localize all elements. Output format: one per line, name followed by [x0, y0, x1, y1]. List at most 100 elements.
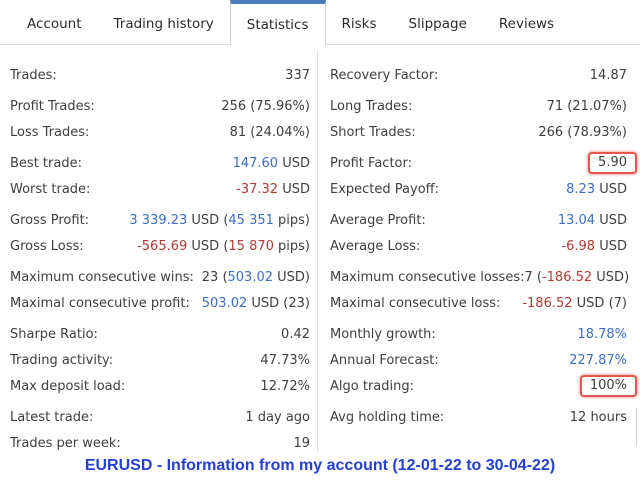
tab-slippage[interactable]: Slippage: [393, 0, 483, 44]
stats-cell-left: Loss Trades: 81 (24.04%): [0, 125, 318, 140]
stat-value-segment: pips): [273, 212, 310, 228]
stats-cell-left: Best trade: 147.60 USD: [0, 156, 318, 171]
stat-label: Short Trades:: [330, 124, 416, 140]
stats-row: Profit Trades: 256 (75.96%) Long Trades: 71…: [0, 93, 640, 119]
stat-value-segment: 503.02: [201, 295, 248, 311]
stats-cell-right: Long Trades: 71 (21.07%): [318, 99, 640, 114]
stat-value-segment: 15 870: [228, 238, 274, 254]
tab-account[interactable]: Account: [11, 0, 98, 44]
stat-value: -37.32 USD: [236, 182, 310, 197]
stat-value-segment: 13.04: [557, 212, 596, 228]
stats-cell-right: Avg holding time: 12 hours: [318, 410, 640, 425]
stat-value-segment: 337: [285, 67, 310, 83]
stat-value-segment: USD (7): [572, 295, 627, 311]
stats-cell-right: Recovery Factor: 14.87: [318, 68, 640, 83]
stat-value-segment: -186.52: [522, 295, 573, 311]
stats-cell-left: Gross Loss: -565.69 USD (15 870 pips): [0, 239, 318, 254]
stat-label: Profit Trades:: [10, 98, 95, 114]
tab-trading-history[interactable]: Trading history: [98, 0, 230, 44]
stats-cell-right: Profit Factor: 5.90: [318, 152, 640, 174]
stats-cell-right: Average Profit: 13.04 USD: [318, 213, 640, 228]
tab-risks[interactable]: Risks: [326, 0, 393, 44]
stat-value-segment: 23 (: [201, 269, 228, 285]
stat-value-segment: 47.73%: [260, 352, 310, 368]
stats-cell-left: Trades: 337: [0, 68, 318, 83]
stats-cell-right: Annual Forecast: 227.87%: [318, 353, 640, 368]
stats-row: Maximal consecutive profit: 503.02 USD (2…: [0, 290, 640, 316]
stat-value-highlighted: 5.90: [588, 152, 637, 174]
stat-value: -565.69 USD (15 870 pips): [137, 239, 310, 254]
stat-label: Average Profit:: [330, 212, 426, 228]
stat-value: 147.60 USD: [233, 156, 310, 171]
stats-row: Worst trade: -37.32 USD Expected Payoff: 8.…: [0, 176, 640, 202]
stats-grid: Trades: 337 Recovery Factor: 14.87 Profit Tr…: [0, 45, 640, 456]
stat-label: Expected Payoff:: [330, 181, 439, 197]
stat-value: 19: [293, 436, 310, 451]
stats-cell-right: Short Trades: 266 (78.93%): [318, 125, 640, 140]
stat-value-segment: 5.90: [598, 155, 627, 170]
stat-value-segment: -6.98: [561, 238, 596, 254]
stats-cell-left: Maximum consecutive wins: 23 (503.02 USD): [0, 270, 318, 285]
stat-label: Worst trade:: [10, 181, 91, 197]
account-info-caption: EURUSD - Information from my account (12…: [84, 457, 556, 474]
stat-value-segment: 147.60: [232, 155, 279, 171]
stat-value: 81 (24.04%): [230, 125, 310, 140]
stat-value: 256 (75.96%): [221, 99, 310, 114]
stats-row: Sharpe Ratio: 0.42 Monthly growth: 18.78%: [0, 321, 640, 347]
stat-value-segment: 3 339.23: [129, 212, 188, 228]
stats-cell-left: Profit Trades: 256 (75.96%): [0, 99, 318, 114]
stats-row: Max deposit load: 12.72% Algo trading: 100%: [0, 373, 640, 399]
stat-value-segment: USD: [595, 181, 627, 197]
stat-value: -186.52 USD (7): [522, 296, 627, 311]
stat-value-segment: USD (23): [247, 295, 310, 311]
stats-cell-left: Latest trade: 1 day ago: [0, 410, 318, 425]
stats-cell-left: Trades per week: 19: [0, 436, 318, 451]
stat-value: 227.87%: [569, 353, 627, 368]
stat-value-segment: USD (: [187, 238, 229, 254]
stat-value-segment: 100%: [589, 378, 627, 393]
stat-label: Max deposit load:: [10, 378, 126, 394]
stat-label: Maximum consecutive wins:: [10, 269, 194, 285]
stats-cell-right: Expected Payoff: 8.23 USD: [318, 182, 640, 197]
stat-label: Best trade:: [10, 155, 82, 171]
stat-value-segment: USD: [278, 155, 310, 171]
stat-value-segment: 71 (21.07%): [546, 98, 627, 114]
stat-value-segment: 8.23: [566, 181, 596, 197]
stat-value: 503.02 USD (23): [202, 296, 310, 311]
stat-value-segment: USD): [592, 269, 630, 285]
stat-value: 1 day ago: [245, 410, 310, 425]
stat-label: Recovery Factor:: [330, 67, 439, 83]
stat-value: 23 (503.02 USD): [202, 270, 310, 285]
stat-value-segment: -186.52: [541, 269, 593, 285]
column-divider: [317, 50, 318, 452]
stat-value-segment: 19: [293, 435, 310, 451]
stat-value: 12.72%: [260, 379, 310, 394]
stat-value: 0.42: [281, 327, 310, 342]
stats-row: Trades: 337 Recovery Factor: 14.87: [0, 62, 640, 88]
stat-label: Maximum consecutive losses:: [330, 269, 525, 285]
stat-value-segment: USD): [273, 269, 310, 285]
stats-row: Trading activity: 47.73% Annual Forecast: 2…: [0, 347, 640, 373]
stats-cell-left: Worst trade: -37.32 USD: [0, 182, 318, 197]
stats-row: Trades per week: 19: [0, 430, 640, 456]
stat-value-segment: 256 (75.96%): [221, 98, 310, 114]
tab-bar: Account Trading history Statistics Risks Sli…: [0, 0, 640, 45]
stat-value-segment: 227.87%: [569, 352, 627, 368]
stats-cell-right: Monthly growth: 18.78%: [318, 327, 640, 342]
stat-value: 337: [285, 68, 310, 83]
stat-label: Profit Factor:: [330, 155, 412, 171]
stat-value-segment: 0.42: [281, 326, 310, 342]
stat-value-segment: USD: [595, 212, 627, 228]
stat-label: Long Trades:: [330, 98, 413, 114]
stat-label: Monthly growth:: [330, 326, 436, 342]
tab-reviews[interactable]: Reviews: [483, 0, 570, 44]
stats-cell-left: Trading activity: 47.73%: [0, 353, 318, 368]
stat-value-segment: 45 351: [228, 212, 274, 228]
tab-statistics[interactable]: Statistics: [229, 0, 326, 45]
right-edge-divider: [636, 408, 637, 446]
stat-label: Annual Forecast:: [330, 352, 439, 368]
stat-value-segment: USD: [278, 181, 310, 197]
stat-value-segment: 12.72%: [260, 378, 310, 394]
stat-value-segment: USD: [595, 238, 627, 254]
stat-value-segment: 12 hours: [569, 409, 627, 425]
